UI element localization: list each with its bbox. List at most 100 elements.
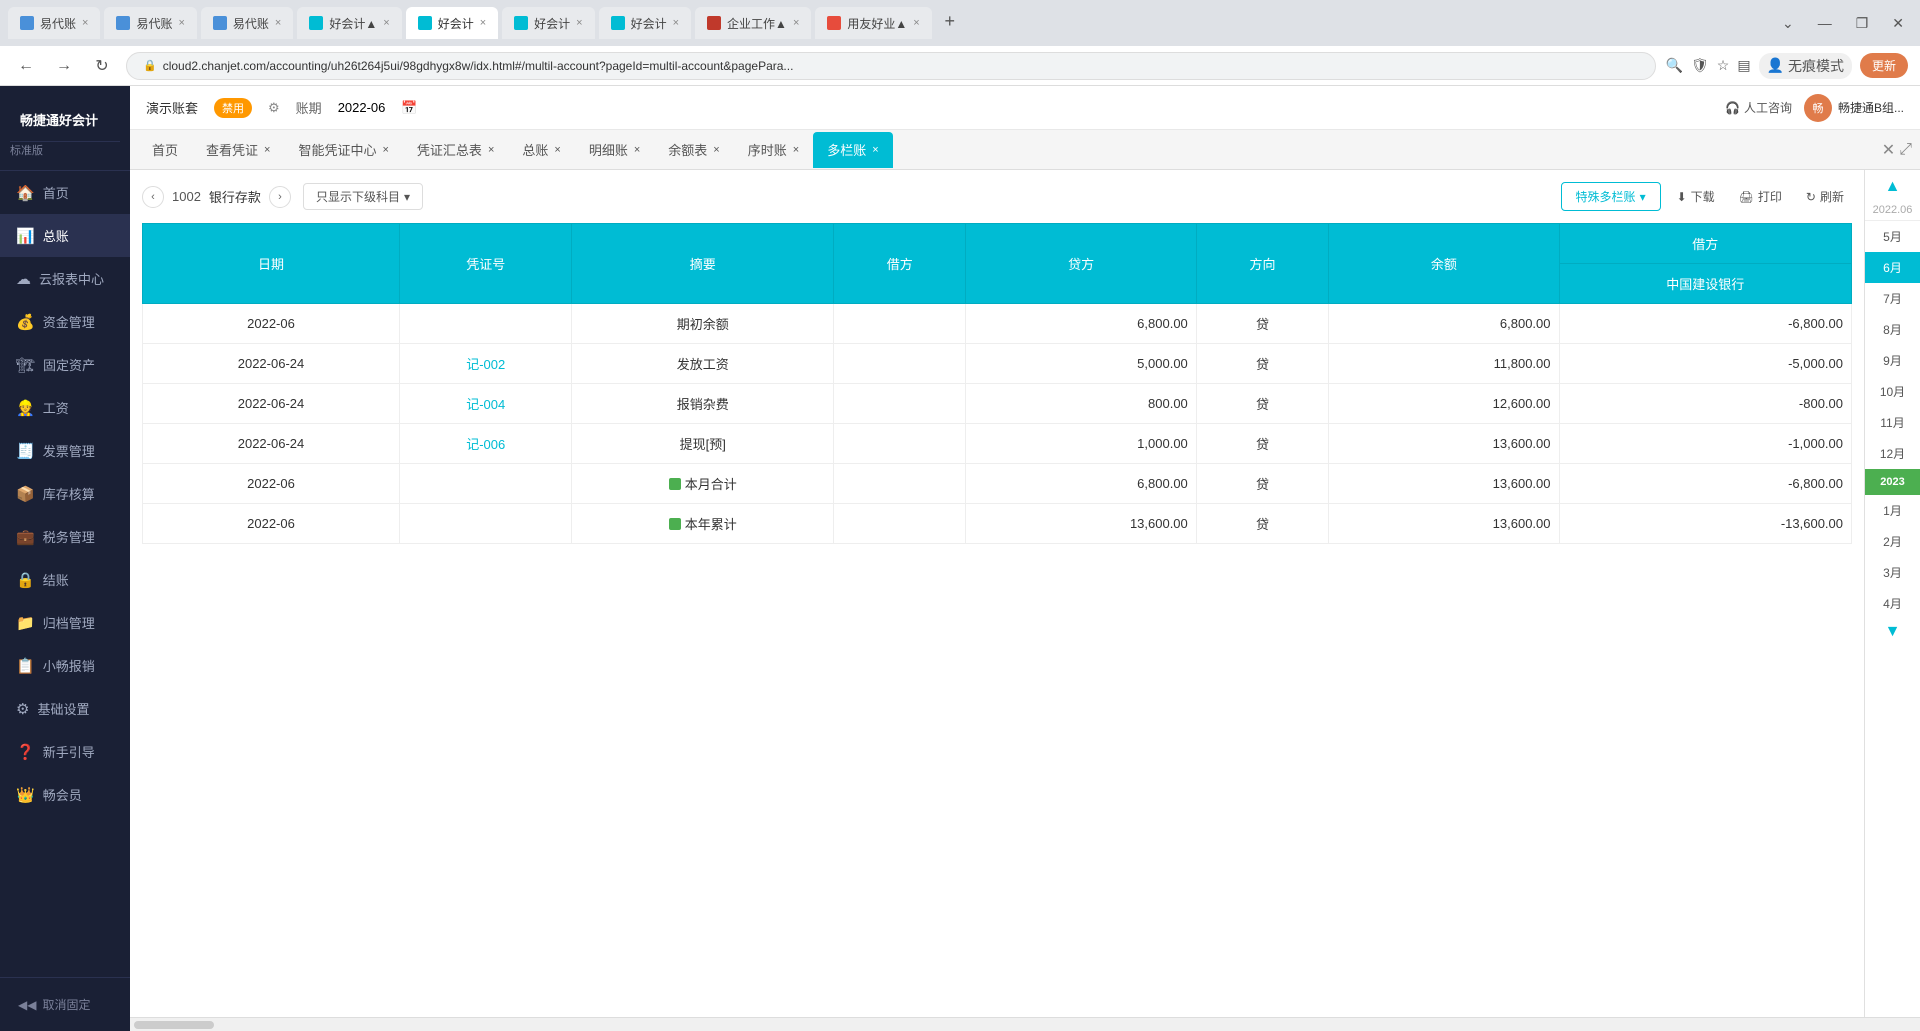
month-item-dec[interactable]: 12月 <box>1865 438 1920 469</box>
kefu-btn[interactable]: 🎧 人工咨询 <box>1725 99 1792 116</box>
tab-journal[interactable]: 序时账 × <box>734 132 813 168</box>
sidebar-item-expense[interactable]: 📋 小畅报销 <box>0 644 130 687</box>
tab-journal-close[interactable]: × <box>793 144 799 156</box>
sidebar-item-fund[interactable]: 💰 资金管理 <box>0 300 130 343</box>
tab-voucher-close[interactable]: × <box>264 144 270 156</box>
tab[interactable]: 易代账 × <box>201 7 293 39</box>
address-input[interactable]: 🔒 cloud2.chanjet.com/accounting/uh26t264… <box>126 52 1656 80</box>
month-item-may[interactable]: 5月 <box>1865 221 1920 252</box>
tab[interactable]: 易代账 × <box>8 7 100 39</box>
tab-balance-close[interactable]: × <box>713 144 719 156</box>
star-icon[interactable]: ☆ <box>1717 57 1730 74</box>
reload-button[interactable]: ↻ <box>88 52 116 80</box>
tab[interactable]: 易代账 × <box>104 7 196 39</box>
show-sub-dropdown[interactable]: 只显示下级科目 ▾ <box>303 183 423 210</box>
month-item-jul[interactable]: 7月 <box>1865 283 1920 314</box>
cell-voucher[interactable] <box>399 464 571 504</box>
tab-close-active[interactable]: × <box>480 17 486 29</box>
refresh-btn[interactable]: ↻ 刷新 <box>1798 183 1852 210</box>
tab-smart-voucher[interactable]: 智能凭证中心 × <box>284 132 402 168</box>
cell-voucher[interactable]: 记-006 <box>399 424 571 464</box>
month-item-sep[interactable]: 9月 <box>1865 345 1920 376</box>
sidebar-item-inventory[interactable]: 📦 库存核算 <box>0 472 130 515</box>
download-btn[interactable]: ⬇ 下载 <box>1669 183 1723 210</box>
tab-general-ledger-close[interactable]: × <box>554 144 560 156</box>
tab-bar-close-icon[interactable]: ✕ <box>1882 140 1895 160</box>
tab-home[interactable]: 首页 <box>138 132 192 168</box>
shield-icon[interactable]: 🛡 <box>1691 57 1709 74</box>
tab-balance[interactable]: 余额表 × <box>654 132 733 168</box>
horizontal-scrollbar[interactable] <box>130 1017 1920 1031</box>
tab-voucher[interactable]: 查看凭证 × <box>192 132 284 168</box>
minimize-btn[interactable]: — <box>1810 11 1840 35</box>
cell-voucher[interactable] <box>399 504 571 544</box>
print-btn[interactable]: 🖨 打印 <box>1731 183 1790 210</box>
user-avatar[interactable]: 畅 畅捷通B组... <box>1804 94 1904 122</box>
sidebar-item-cloud-report[interactable]: ☁ 云报表中心 <box>0 257 130 300</box>
tab-multicolumn-close[interactable]: × <box>872 144 878 156</box>
month-item-feb[interactable]: 2月 <box>1865 526 1920 557</box>
tab-list-btn[interactable]: ⌄ <box>1774 11 1802 36</box>
maximize-btn[interactable]: ❐ <box>1848 11 1877 36</box>
tab-close[interactable]: × <box>383 17 389 29</box>
tab-active[interactable]: 好会计 × <box>406 7 498 39</box>
tab-close[interactable]: × <box>576 17 582 29</box>
tab-close[interactable]: × <box>178 17 184 29</box>
user-btn[interactable]: 👤 无痕模式 <box>1759 53 1852 79</box>
next-subject-btn[interactable]: › <box>269 186 291 208</box>
month-item-aug[interactable]: 8月 <box>1865 314 1920 345</box>
scroll-up-btn[interactable]: ▲ <box>1881 174 1905 200</box>
settings-icon[interactable]: ⚙ <box>268 100 280 116</box>
prev-subject-btn[interactable]: ‹ <box>142 186 164 208</box>
sidebar-toggle-icon[interactable]: ▤ <box>1737 57 1750 74</box>
month-item-jan[interactable]: 1月 <box>1865 495 1920 526</box>
tab-smart-voucher-close[interactable]: × <box>382 144 388 156</box>
update-button[interactable]: 更新 <box>1860 53 1908 78</box>
tab[interactable]: 好会计 × <box>502 7 594 39</box>
sidebar-item-close-account[interactable]: 🔒 结账 <box>0 558 130 601</box>
search-icon[interactable]: 🔍 <box>1666 57 1683 74</box>
cell-voucher[interactable] <box>399 304 571 344</box>
tab-close[interactable]: × <box>82 17 88 29</box>
tab[interactable]: 好会计 × <box>599 7 691 39</box>
tab-close[interactable]: × <box>793 17 799 29</box>
sidebar-item-invoice[interactable]: 🧾 发票管理 <box>0 429 130 472</box>
special-multicolumn-btn[interactable]: 特殊多栏账 ▾ <box>1561 182 1661 211</box>
tab-multicolumn[interactable]: 多栏账 × <box>813 132 892 168</box>
sidebar-item-home[interactable]: 🏠 首页 <box>0 171 130 214</box>
tab[interactable]: 好会计▲ × <box>297 7 401 39</box>
month-item-apr[interactable]: 4月 <box>1865 588 1920 619</box>
sidebar-item-archive[interactable]: 📁 归档管理 <box>0 601 130 644</box>
tab-detail-ledger[interactable]: 明细账 × <box>575 132 654 168</box>
sidebar-item-salary[interactable]: 👷 工资 <box>0 386 130 429</box>
sidebar-item-settings[interactable]: ⚙ 基础设置 <box>0 687 130 730</box>
tab-voucher-summary[interactable]: 凭证汇总表 × <box>403 132 508 168</box>
month-item-oct[interactable]: 10月 <box>1865 376 1920 407</box>
new-tab-button[interactable]: + <box>936 7 964 35</box>
month-item-mar[interactable]: 3月 <box>1865 557 1920 588</box>
tab-close[interactable]: × <box>913 17 919 29</box>
sidebar-item-tax[interactable]: 💼 税务管理 <box>0 515 130 558</box>
tab-voucher-summary-close[interactable]: × <box>488 144 494 156</box>
tab[interactable]: 企业工作▲ × <box>695 7 811 39</box>
sidebar-item-guide[interactable]: ❓ 新手引导 <box>0 730 130 773</box>
scroll-down-btn[interactable]: ▼ <box>1881 619 1905 645</box>
scroll-thumb[interactable] <box>134 1021 214 1029</box>
calendar-icon[interactable]: 📅 <box>401 100 417 116</box>
sidebar-item-assets[interactable]: 🏗 固定资产 <box>0 343 130 386</box>
tab-close[interactable]: × <box>673 17 679 29</box>
tab-general-ledger[interactable]: 总账 × <box>508 132 574 168</box>
month-item-nov[interactable]: 11月 <box>1865 407 1920 438</box>
forward-button[interactable]: → <box>50 52 78 80</box>
cancel-pin-btn[interactable]: ◀◀ 取消固定 <box>10 988 120 1021</box>
cell-voucher[interactable]: 记-002 <box>399 344 571 384</box>
tab[interactable]: 用友好业▲ × <box>815 7 931 39</box>
tab-detail-ledger-close[interactable]: × <box>634 144 640 156</box>
month-item-jun[interactable]: 6月 <box>1865 252 1920 283</box>
cell-voucher[interactable]: 记-004 <box>399 384 571 424</box>
sidebar-item-member[interactable]: 👑 畅会员 <box>0 773 130 816</box>
tab-close[interactable]: × <box>275 17 281 29</box>
tab-bar-expand-icon[interactable]: ⤢ <box>1899 141 1912 159</box>
sidebar-item-ledger[interactable]: 📊 总账 <box>0 214 130 257</box>
back-button[interactable]: ← <box>12 52 40 80</box>
